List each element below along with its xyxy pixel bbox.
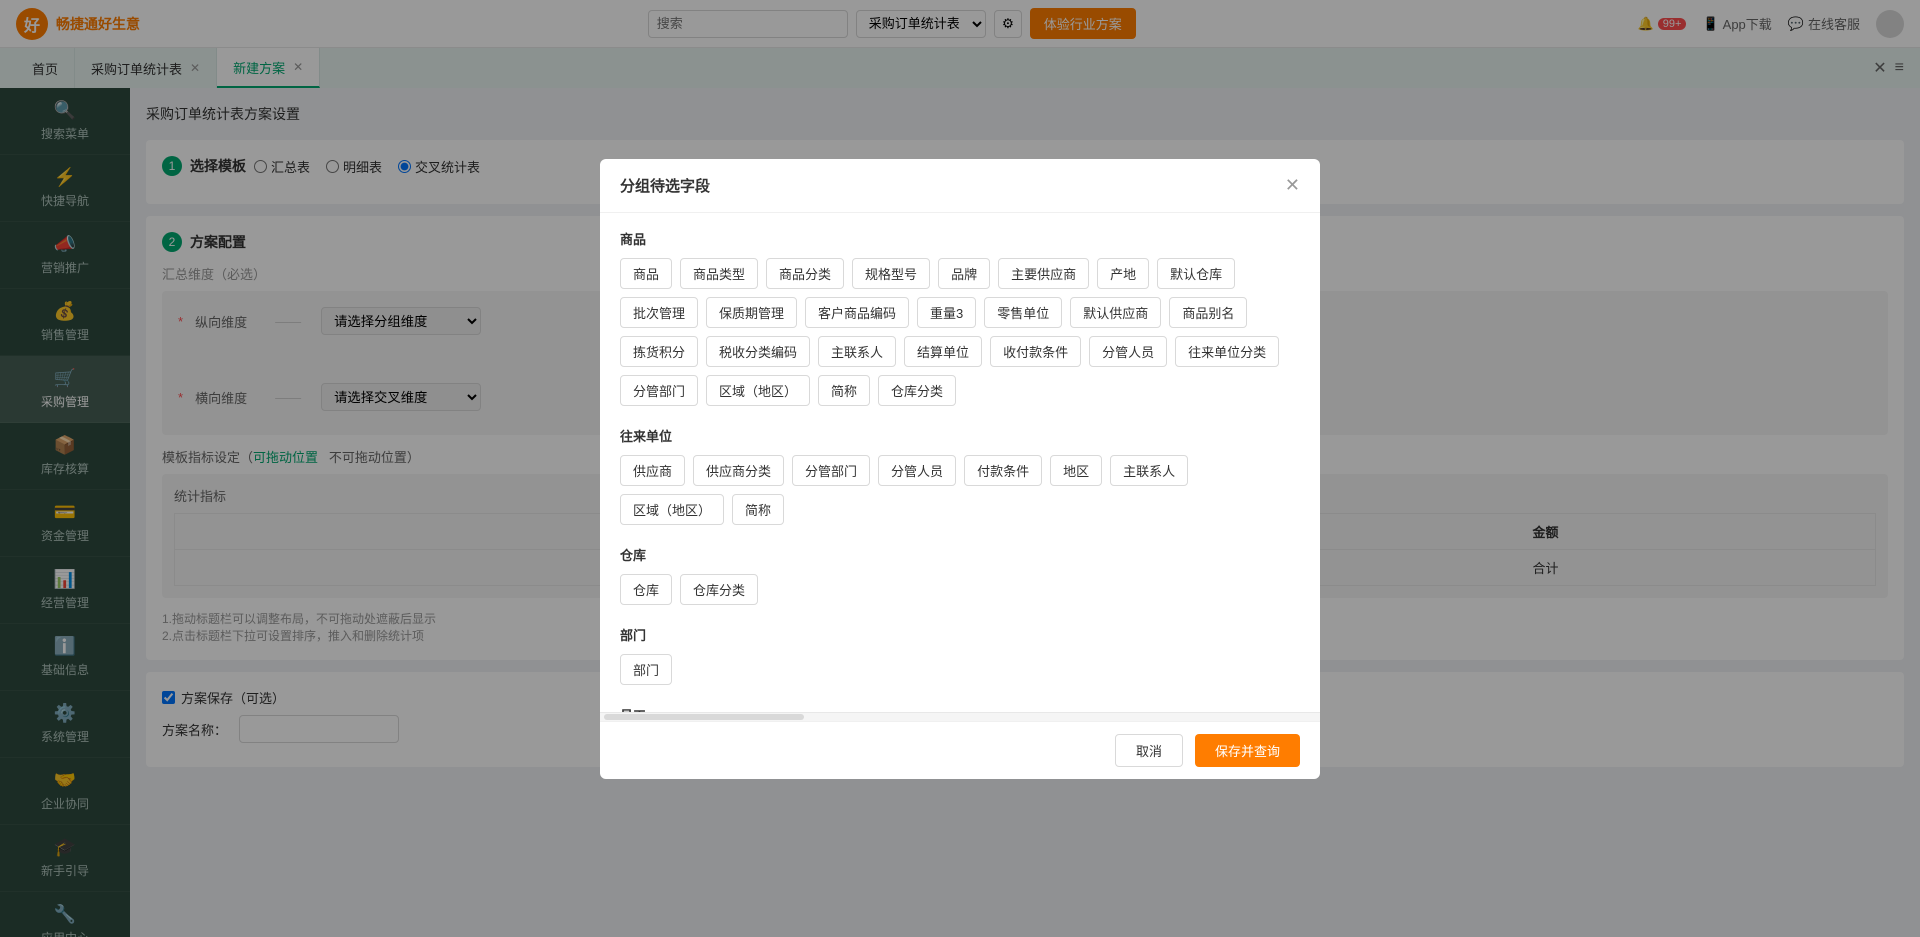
dialog-close-button[interactable]: ✕ [1285,176,1300,194]
field-tag-manager-counterpart[interactable]: 分管人员 [878,455,956,486]
field-tag-retail-unit[interactable]: 零售单位 [984,297,1062,328]
warehouse-field-tags: 仓库 仓库分类 [620,574,1300,605]
field-section-employee-title: 员工 [620,705,1300,713]
dialog-body[interactable]: 商品 商品 商品类型 商品分类 规格型号 品牌 主要供应商 产地 默认仓库 批次… [600,213,1320,713]
dialog-header: 分组待选字段 ✕ [600,159,1320,213]
field-tag-main-contact-counterpart[interactable]: 主联系人 [1110,455,1188,486]
field-tag-main-supplier[interactable]: 主要供应商 [998,258,1089,289]
field-tag-short-name-product[interactable]: 简称 [818,375,870,406]
field-tag-default-warehouse[interactable]: 默认仓库 [1157,258,1235,289]
field-tag-batch-mgmt[interactable]: 批次管理 [620,297,698,328]
field-tag-customer-code[interactable]: 客户商品编码 [805,297,909,328]
confirm-button[interactable]: 保存并查询 [1195,734,1300,767]
field-section-product: 商品 商品 商品类型 商品分类 规格型号 品牌 主要供应商 产地 默认仓库 批次… [620,229,1300,406]
field-tag-supplier[interactable]: 供应商 [620,455,685,486]
modal-overlay: 分组待选字段 ✕ 商品 商品 商品类型 商品分类 规格型号 品牌 主要供应商 产… [0,0,1920,937]
field-tag-pick-score[interactable]: 拣货积分 [620,336,698,367]
field-section-counterpart: 往来单位 供应商 供应商分类 分管部门 分管人员 付款条件 地区 主联系人 区域… [620,426,1300,525]
field-tag-warehouse-category[interactable]: 仓库分类 [680,574,758,605]
field-tag-weight3[interactable]: 重量3 [917,297,976,328]
product-field-tags: 商品 商品类型 商品分类 规格型号 品牌 主要供应商 产地 默认仓库 批次管理 … [620,258,1300,406]
field-tag-expiry-mgmt[interactable]: 保质期管理 [706,297,797,328]
department-field-tags: 部门 [620,654,1300,685]
field-section-warehouse-title: 仓库 [620,545,1300,564]
field-tag-main-contact[interactable]: 主联系人 [818,336,896,367]
field-tag-region2-counterpart[interactable]: 区域（地区） [620,494,724,525]
field-section-department: 部门 部门 [620,625,1300,685]
field-tag-warehouse[interactable]: 仓库 [620,574,672,605]
field-tag-payment-condition[interactable]: 付款条件 [964,455,1042,486]
field-section-department-title: 部门 [620,625,1300,644]
counterpart-field-tags: 供应商 供应商分类 分管部门 分管人员 付款条件 地区 主联系人 区域（地区） … [620,455,1300,525]
field-tag-short-name-counterpart[interactable]: 简称 [732,494,784,525]
field-tag-spec-model[interactable]: 规格型号 [852,258,930,289]
field-tag-supplier-category[interactable]: 供应商分类 [693,455,784,486]
dialog-footer: 取消 保存并查询 [600,721,1320,779]
field-tag-manager[interactable]: 分管人员 [1089,336,1167,367]
field-tag-department[interactable]: 部门 [620,654,672,685]
field-section-product-title: 商品 [620,229,1300,248]
field-section-employee: 员工 业务员 [620,705,1300,713]
field-tag-settlement-unit[interactable]: 结算单位 [904,336,982,367]
field-tag-product[interactable]: 商品 [620,258,672,289]
dialog-horizontal-scrollbar[interactable] [600,712,1320,721]
field-tag-dept-counterpart[interactable]: 分管部门 [792,455,870,486]
cancel-button[interactable]: 取消 [1115,734,1183,767]
field-tag-region-product[interactable]: 区域（地区） [706,375,810,406]
field-tag-brand[interactable]: 品牌 [938,258,990,289]
dialog-title: 分组待选字段 [620,175,710,196]
field-tag-payment-terms[interactable]: 收付款条件 [990,336,1081,367]
field-section-warehouse: 仓库 仓库 仓库分类 [620,545,1300,605]
scrollbar-thumb [604,714,804,720]
field-section-counterpart-title: 往来单位 [620,426,1300,445]
field-tag-region-counterpart[interactable]: 地区 [1050,455,1102,486]
field-tag-tax-code[interactable]: 税收分类编码 [706,336,810,367]
field-tag-warehouse-category-product[interactable]: 仓库分类 [878,375,956,406]
field-tag-product-type[interactable]: 商品类型 [680,258,758,289]
field-tag-origin[interactable]: 产地 [1097,258,1149,289]
field-tag-product-alias[interactable]: 商品别名 [1169,297,1247,328]
field-tag-dept[interactable]: 分管部门 [620,375,698,406]
field-tag-counterpart-category[interactable]: 往来单位分类 [1175,336,1279,367]
field-tag-default-supplier[interactable]: 默认供应商 [1070,297,1161,328]
field-select-dialog: 分组待选字段 ✕ 商品 商品 商品类型 商品分类 规格型号 品牌 主要供应商 产… [600,159,1320,779]
field-tag-product-category[interactable]: 商品分类 [766,258,844,289]
